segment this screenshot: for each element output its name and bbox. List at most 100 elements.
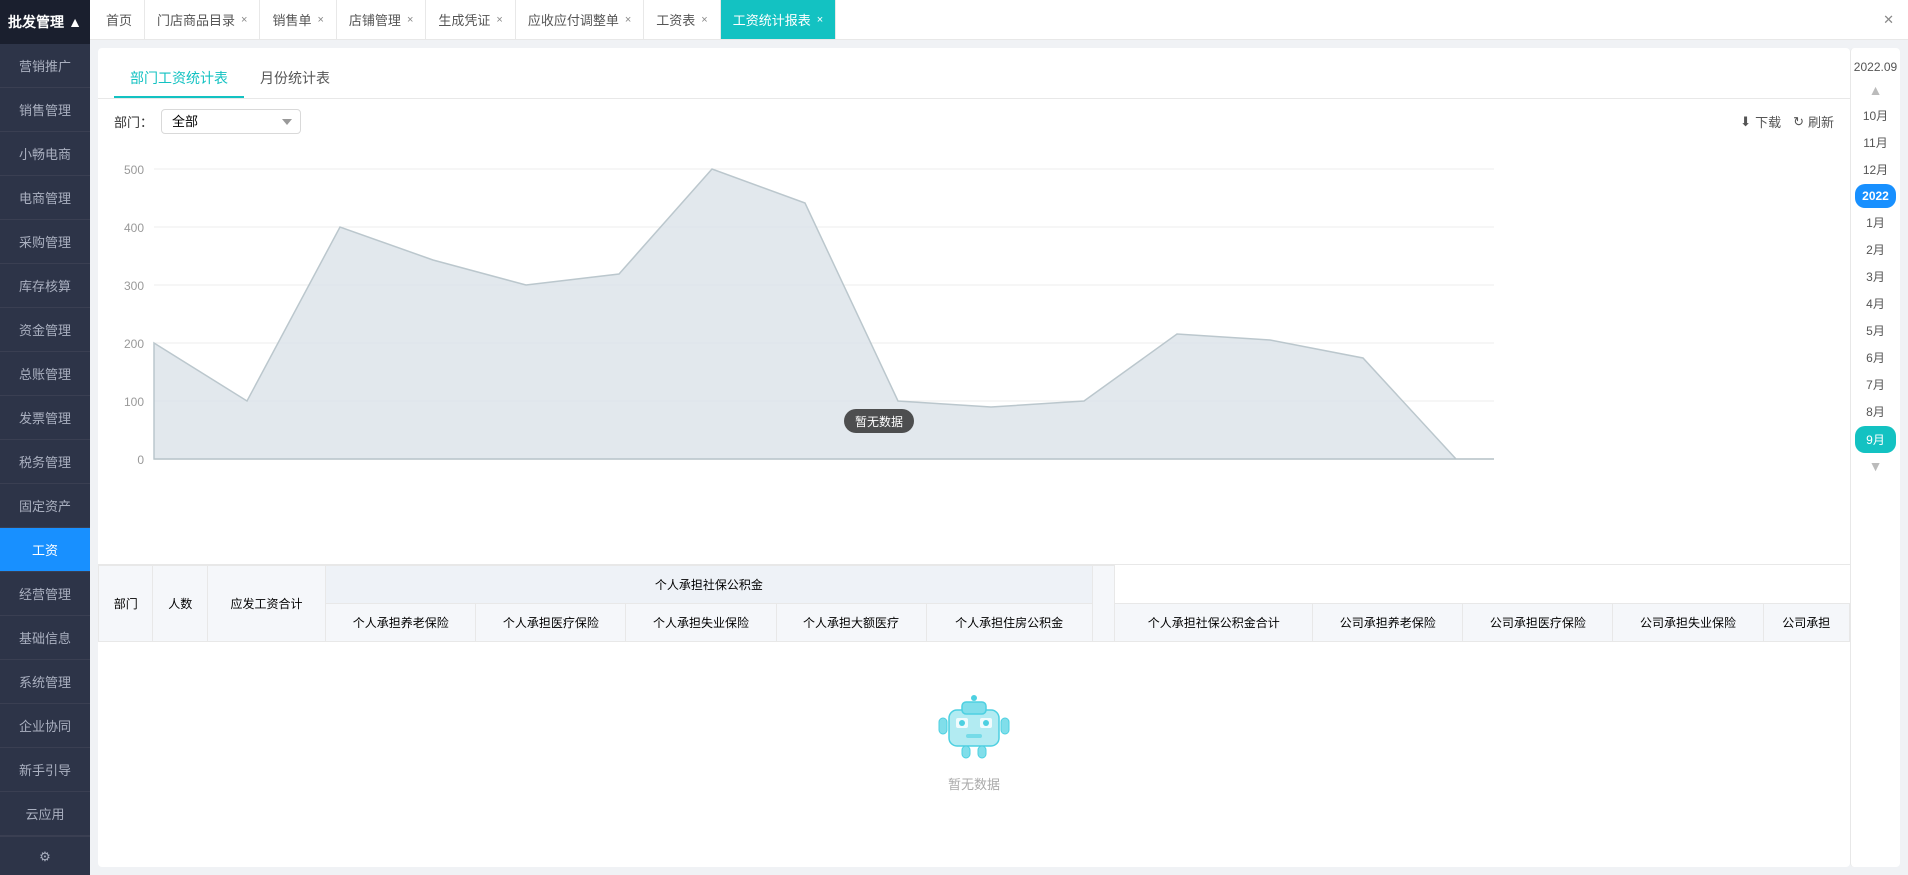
sidebar-header[interactable]: 批发管理 ▲	[0, 0, 90, 44]
download-button[interactable]: ⬇ 下载	[1740, 112, 1781, 131]
col-personal-housing-fund: 个人承担住房公积金	[926, 604, 1092, 642]
sidebar-item-总账管理[interactable]: 总账管理	[0, 352, 90, 396]
tab-label: 生成凭证	[438, 10, 490, 29]
tab-bar: 首页门店商品目录×销售单×店铺管理×生成凭证×应收应付调整单×工资表×工资统计报…	[90, 0, 1908, 40]
toolbar-left: 部门： 全部销售部采购部财务部	[114, 109, 301, 134]
sub-tab-部门工资统计表[interactable]: 部门工资统计表	[114, 60, 244, 98]
timeline-item-8月[interactable]: 8月	[1851, 398, 1900, 425]
sidebar-item-电商管理[interactable]: 电商管理	[0, 176, 90, 220]
tab-close-icon[interactable]: ×	[817, 14, 823, 26]
sidebar-item-基础信息[interactable]: 基础信息	[0, 616, 90, 660]
gear-icon: ⚙	[39, 849, 51, 864]
timeline-down-arrow[interactable]: ▼	[1869, 454, 1883, 478]
svg-text:300: 300	[124, 279, 144, 293]
refresh-label: 刷新	[1808, 112, 1834, 131]
timeline-current: 2022.09	[1851, 56, 1900, 78]
sidebar-item-工资[interactable]: 工资	[0, 528, 90, 572]
close-all-button[interactable]: ✕	[1873, 12, 1904, 28]
svg-text:0: 0	[137, 453, 144, 467]
tab-label: 门店商品目录	[157, 10, 235, 29]
tab-生成凭证[interactable]: 生成凭证 ×	[426, 0, 515, 39]
svg-text:400: 400	[124, 221, 144, 235]
sidebar-item-税务管理[interactable]: 税务管理	[0, 440, 90, 484]
col-company-other: 公司承担	[1763, 604, 1850, 642]
sidebar-item-经营管理[interactable]: 经营管理	[0, 572, 90, 616]
sidebar-item-资金管理[interactable]: 资金管理	[0, 308, 90, 352]
tab-close-icon[interactable]: ×	[625, 14, 631, 26]
timeline-item-5月[interactable]: 5月	[1851, 317, 1900, 344]
timeline-item-12月[interactable]: 12月	[1851, 156, 1900, 183]
content-area: 部门工资统计表月份统计表 部门： 全部销售部采购部财务部 ⬇ 下载 ↻ 刷新	[90, 40, 1908, 875]
timeline-item-11月[interactable]: 11月	[1851, 129, 1900, 156]
sidebar-item-新手引导[interactable]: 新手引导	[0, 748, 90, 792]
timeline-item-4月[interactable]: 4月	[1851, 290, 1900, 317]
col-dept: 部门	[99, 566, 153, 642]
col-personal-medical: 个人承担医疗保险	[476, 604, 626, 642]
main-area: 首页门店商品目录×销售单×店铺管理×生成凭证×应收应付调整单×工资表×工资统计报…	[90, 0, 1908, 875]
dept-label: 部门：	[114, 112, 153, 131]
main-panel: 部门工资统计表月份统计表 部门： 全部销售部采购部财务部 ⬇ 下载 ↻ 刷新	[98, 48, 1850, 867]
timeline-item-6月[interactable]: 6月	[1851, 344, 1900, 371]
tab-close-icon[interactable]: ×	[407, 14, 413, 26]
tab-店铺管理[interactable]: 店铺管理 ×	[337, 0, 426, 39]
tab-首页[interactable]: 首页	[94, 0, 145, 39]
sidebar-title: 批发管理	[8, 12, 64, 32]
data-table: 部门 人数 应发工资合计 个人承担社保公积金 个人承担养老保险 个人承担医疗保险…	[98, 565, 1850, 642]
tab-销售单[interactable]: 销售单×	[260, 0, 336, 39]
timeline-item-2月[interactable]: 2月	[1851, 236, 1900, 263]
refresh-button[interactable]: ↻ 刷新	[1793, 112, 1834, 131]
tab-门店商品目录[interactable]: 门店商品目录 ×	[145, 0, 260, 39]
timeline-item-9月[interactable]: 9月	[1855, 426, 1896, 453]
sidebar-item-销售管理[interactable]: 销售管理	[0, 88, 90, 132]
tab-items: 首页门店商品目录×销售单×店铺管理×生成凭证×应收应付调整单×工资表×工资统计报…	[94, 0, 836, 39]
col-count: 人数	[153, 566, 207, 642]
chart-area: 500 400 300 200 100 0	[98, 144, 1850, 564]
download-label: 下载	[1755, 112, 1781, 131]
sidebar-item-云应用[interactable]: 云应用	[0, 792, 90, 836]
timeline-item-3月[interactable]: 3月	[1851, 263, 1900, 290]
tab-label: 店铺管理	[349, 10, 401, 29]
tab-label: 工资统计报表	[733, 10, 811, 29]
dept-select[interactable]: 全部销售部采购部财务部	[161, 109, 301, 134]
col-personal-pension: 个人承担养老保险	[326, 604, 476, 642]
sidebar-item-小畅电商[interactable]: 小畅电商	[0, 132, 90, 176]
tab-close-icon[interactable]: ×	[496, 14, 502, 26]
timeline-up-arrow[interactable]: ▲	[1869, 78, 1883, 102]
tab-label: 应收应付调整单	[528, 10, 619, 29]
tab-label: 工资表	[656, 10, 695, 29]
tab-close-icon[interactable]: ×	[317, 14, 323, 26]
sidebar-footer[interactable]: ⚙	[0, 836, 90, 875]
sidebar-item-采购管理[interactable]: 采购管理	[0, 220, 90, 264]
col-company-medical: 公司承担医疗保险	[1463, 604, 1613, 642]
sidebar-item-发票管理[interactable]: 发票管理	[0, 396, 90, 440]
empty-area: 暂无数据	[98, 642, 1850, 833]
empty-text: 暂无数据	[948, 774, 1000, 793]
svg-text:200: 200	[124, 337, 144, 351]
sidebar-item-系统管理[interactable]: 系统管理	[0, 660, 90, 704]
tab-close-icon[interactable]: ×	[241, 14, 247, 26]
refresh-icon: ↻	[1793, 114, 1804, 130]
download-icon: ⬇	[1740, 114, 1751, 130]
col-spacer	[1092, 566, 1115, 642]
sidebar-item-库存核算[interactable]: 库存核算	[0, 264, 90, 308]
svg-text:500: 500	[124, 163, 144, 177]
sidebar-item-企业协同[interactable]: 企业协同	[0, 704, 90, 748]
col-total-salary: 应发工资合计	[207, 566, 325, 642]
tab-工资表[interactable]: 工资表 ×	[644, 0, 720, 39]
timeline-item-7月[interactable]: 7月	[1851, 371, 1900, 398]
col-personal-insurance-header: 个人承担社保公积金	[326, 566, 1092, 604]
timeline-item-1月[interactable]: 1月	[1851, 209, 1900, 236]
timeline-item-2022[interactable]: 2022	[1855, 184, 1896, 208]
timeline-item-10月[interactable]: 10月	[1851, 102, 1900, 129]
sidebar-item-营销推广[interactable]: 营销推广	[0, 44, 90, 88]
table-area[interactable]: 部门 人数 应发工资合计 个人承担社保公积金 个人承担养老保险 个人承担医疗保险…	[98, 564, 1850, 867]
tab-close-icon[interactable]: ×	[701, 14, 707, 26]
tab-工资统计报表[interactable]: 工资统计报表 ×	[721, 0, 836, 39]
sidebar-item-固定资产[interactable]: 固定资产	[0, 484, 90, 528]
empty-icon	[934, 682, 1014, 762]
sidebar-items: 营销推广销售管理小畅电商电商管理采购管理库存核算资金管理总账管理发票管理税务管理…	[0, 44, 90, 836]
tab-label: 首页	[106, 10, 132, 29]
tab-应收应付调整单[interactable]: 应收应付调整单 ×	[516, 0, 644, 39]
sub-tab-月份统计表[interactable]: 月份统计表	[244, 60, 346, 98]
svg-text:暂无数据: 暂无数据	[855, 414, 903, 429]
